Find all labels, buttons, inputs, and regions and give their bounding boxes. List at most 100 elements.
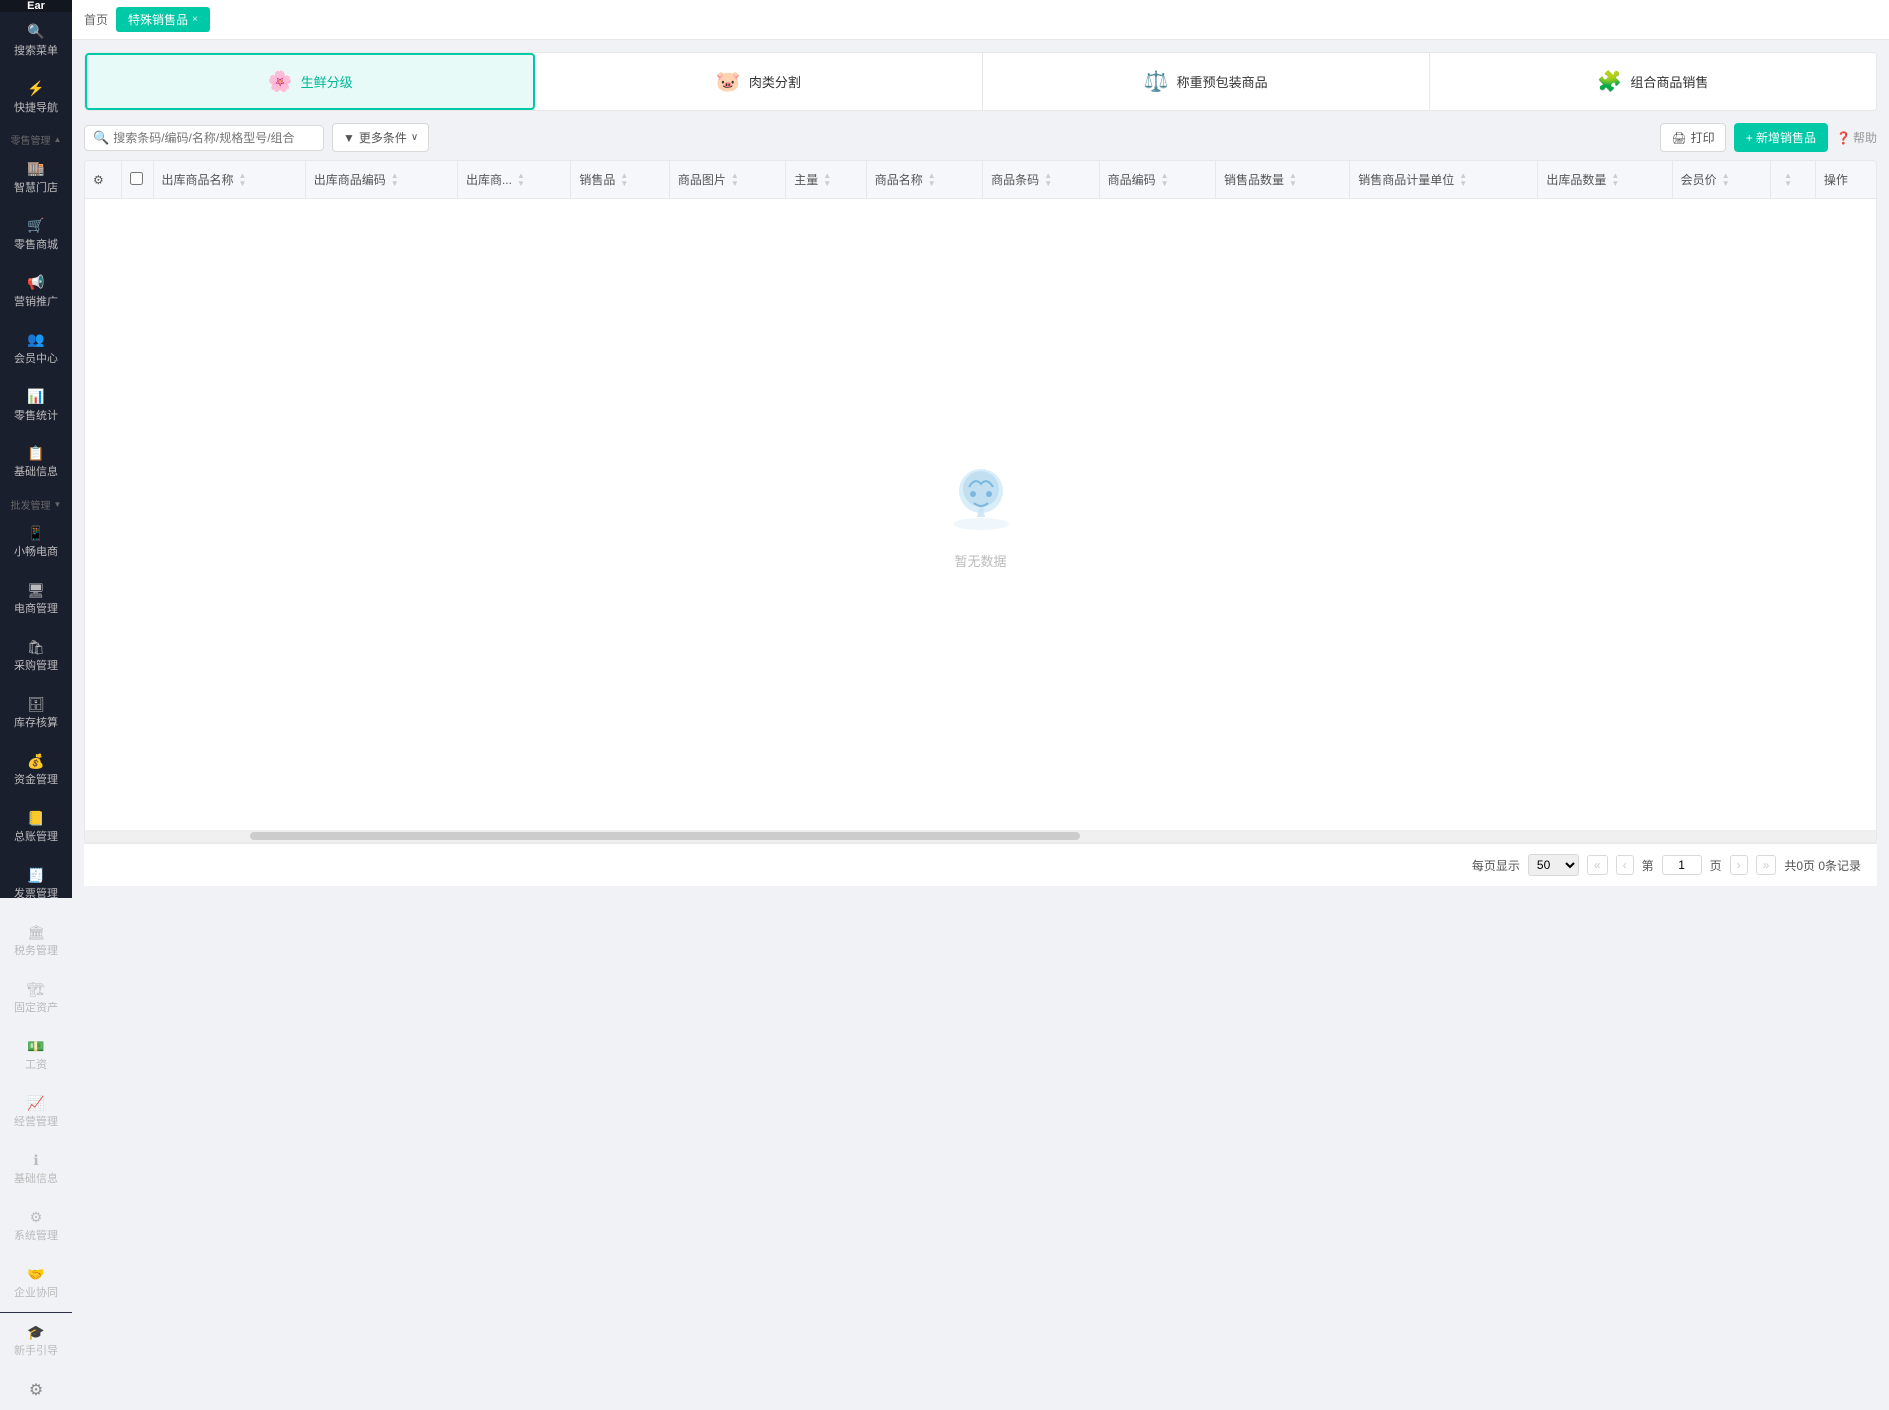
th-warehouse-name[interactable]: 出库商品名称 ▲▼ [153,161,305,199]
toolbar-right: 🖨 打印 + 新增销售品 ❓ 帮助 [1660,123,1877,152]
toolbar: 🔍 ▼ 更多条件 ∨ 🖨 打印 + 新增销售品 ❓ 帮助 [84,123,1877,152]
th-barcode[interactable]: 商品条码 ▲▼ [983,161,1099,199]
th-sales-item[interactable]: 销售品 ▲▼ [571,161,669,199]
sidebar-item-basicinfo[interactable]: ℹ 基础信息 [0,1141,72,1198]
sidebar-item-operations[interactable]: 📈 经营管理 [0,1084,72,1141]
search-input[interactable] [113,131,313,145]
members-icon: 👥 [4,330,68,350]
sidebar-item-marketing[interactable]: 📢 营销推广 [0,263,72,320]
sort-icon[interactable]: ▲▼ [620,172,628,188]
sidebar-item-ecommerce[interactable]: 🖥 电商管理 [0,571,72,628]
empty-icon [941,459,1021,539]
sidebar-item-fixedassets[interactable]: 🏗 固定资产 [0,970,72,1027]
sidebar-item-newbie[interactable]: 🎓 新手引导 [0,1313,72,1370]
th-product-code[interactable]: 商品编码 ▲▼ [1099,161,1215,199]
smartstore-icon: 🏬 [4,159,68,179]
print-button[interactable]: 🖨 打印 [1660,123,1725,152]
sidebar-item-basics[interactable]: 📋 基础信息 [0,434,72,491]
sidebar-item-tax[interactable]: 🏛 税务管理 [0,913,72,970]
sort-icon[interactable]: ▲▼ [1611,172,1619,188]
sidebar-section-retail[interactable]: 零售管理 ▲ [0,126,72,149]
cat-tab-fresh[interactable]: 🌸 生鲜分级 [85,53,535,110]
sidebar-item-members[interactable]: 👥 会员中心 [0,320,72,377]
fixedassets-icon: 🏗 [4,980,68,1000]
th-member-price[interactable]: 会员价 ▲▼ [1672,161,1770,199]
scrollbar-thumb[interactable] [250,832,1080,840]
cat-tab-weight[interactable]: ⚖️ 称重预包装商品 [983,53,1430,110]
content-area: 🌸 生鲜分级 🐷 肉类分割 ⚖️ 称重预包装商品 🧩 组合商品销售 🔍 [72,40,1889,898]
sort-icon[interactable]: ▲▼ [1289,172,1297,188]
filter-icon: ▼ [343,131,355,145]
sort-icon[interactable]: ▲▼ [1044,172,1052,188]
th-product-image[interactable]: 商品图片 ▲▼ [669,161,785,199]
select-all-checkbox[interactable] [130,172,143,185]
prev-page-button[interactable]: ‹ [1616,855,1634,875]
sidebar-item-purchase[interactable]: 🛍 采购管理 [0,628,72,685]
print-icon: 🖨 [1671,131,1686,145]
per-page-select[interactable]: 10 20 50 100 [1528,854,1579,876]
filter-button[interactable]: ▼ 更多条件 ∨ [332,123,429,152]
cat-tab-combo[interactable]: 🧩 组合商品销售 [1430,53,1876,110]
sidebar-item-retailstats[interactable]: 📊 零售统计 [0,377,72,434]
sidebar-item-retailmall[interactable]: 🛒 零售商城 [0,206,72,263]
sort-icon[interactable]: ▲▼ [1459,172,1467,188]
sidebar-item-enterprise[interactable]: 🤝 企业协同 [0,1255,72,1312]
ledger-icon: 📒 [4,809,68,829]
sidebar-section-wholesale[interactable]: 批发管理 ▼ [0,491,72,514]
sidebar-item-wages[interactable]: 💵 工资 [0,1027,72,1084]
search-box[interactable]: 🔍 [84,125,324,151]
sort-icon[interactable]: ▲▼ [239,172,247,188]
retailstats-icon: 📊 [4,387,68,407]
sidebar-item-minishop[interactable]: 📱 小畅电商 [0,514,72,571]
horizontal-scrollbar[interactable] [85,830,1876,842]
sidebar-item-system[interactable]: ⚙ 系统管理 [0,1198,72,1255]
marketing-icon: 📢 [4,273,68,293]
sidebar-item-search[interactable]: 🔍 搜索菜单 [0,12,72,69]
th-warehouse-code[interactable]: 出库商品编码 ▲▼ [305,161,457,199]
empty-text: 暂无数据 [954,551,1006,570]
th-main-measure[interactable]: 主量 ▲▼ [786,161,867,199]
sort-icon[interactable]: ▲▼ [517,172,525,188]
help-icon: ❓ [1836,131,1851,145]
sidebar-item-inventory[interactable]: 🗄 库存核算 [0,685,72,742]
add-sales-item-button[interactable]: + 新增销售品 [1734,123,1828,152]
first-page-button[interactable]: « [1587,855,1608,875]
th-warehouse-spec[interactable]: 出库商... ▲▼ [457,161,570,199]
th-product-name[interactable]: 商品名称 ▲▼ [866,161,982,199]
sort-icon[interactable]: ▲▼ [1784,172,1792,188]
sidebar-item-smartstore[interactable]: 🏬 智慧门店 [0,149,72,206]
sort-icon[interactable]: ▲▼ [1722,172,1730,188]
th-checkbox[interactable] [121,161,153,199]
th-settings[interactable]: ⚙ [85,161,121,199]
wages-icon: 💵 [4,1037,68,1057]
next-page-button[interactable]: › [1730,855,1748,875]
th-sales-qty[interactable]: 销售品数量 ▲▼ [1215,161,1349,199]
enterprise-icon: 🤝 [4,1265,68,1285]
sort-icon[interactable]: ▲▼ [731,172,739,188]
sidebar-item-finance[interactable]: 💰 资金管理 [0,742,72,799]
help-button[interactable]: ❓ 帮助 [1836,129,1877,146]
inventory-icon: 🗄 [4,695,68,715]
cat-tab-meat[interactable]: 🐷 肉类分割 [535,53,982,110]
ecommerce-icon: 🖥 [4,581,68,601]
system-icon: ⚙ [4,1208,68,1228]
last-page-button[interactable]: » [1756,855,1777,875]
sidebar-item-quicknav[interactable]: ⚡ 快捷导航 [0,69,72,126]
combo-icon: 🧩 [1597,69,1622,94]
empty-state: 暂无数据 [85,199,1876,830]
th-sales-unit[interactable]: 销售商品计量单位 ▲▼ [1350,161,1538,199]
topbar-active-tab[interactable]: 特殊销售品 × [116,7,210,32]
page-input[interactable] [1662,855,1702,875]
close-tab-icon[interactable]: × [192,14,198,25]
sidebar-item-ledger[interactable]: 📒 总账管理 [0,799,72,856]
sort-icon[interactable]: ▲▼ [391,172,399,188]
sidebar-settings-button[interactable]: ⚙ [0,1370,72,1410]
sort-icon[interactable]: ▲▼ [1161,172,1169,188]
sort-icon[interactable]: ▲▼ [928,172,936,188]
sort-icon[interactable]: ▲▼ [823,172,831,188]
sidebar-item-invoice[interactable]: 🧾 发票管理 [0,856,72,913]
th-extra[interactable]: ▲▼ [1771,161,1816,199]
topbar-home-link[interactable]: 首页 [84,11,108,28]
th-warehouse-qty[interactable]: 出库品数量 ▲▼ [1538,161,1672,199]
quicknav-icon: ⚡ [4,79,68,99]
